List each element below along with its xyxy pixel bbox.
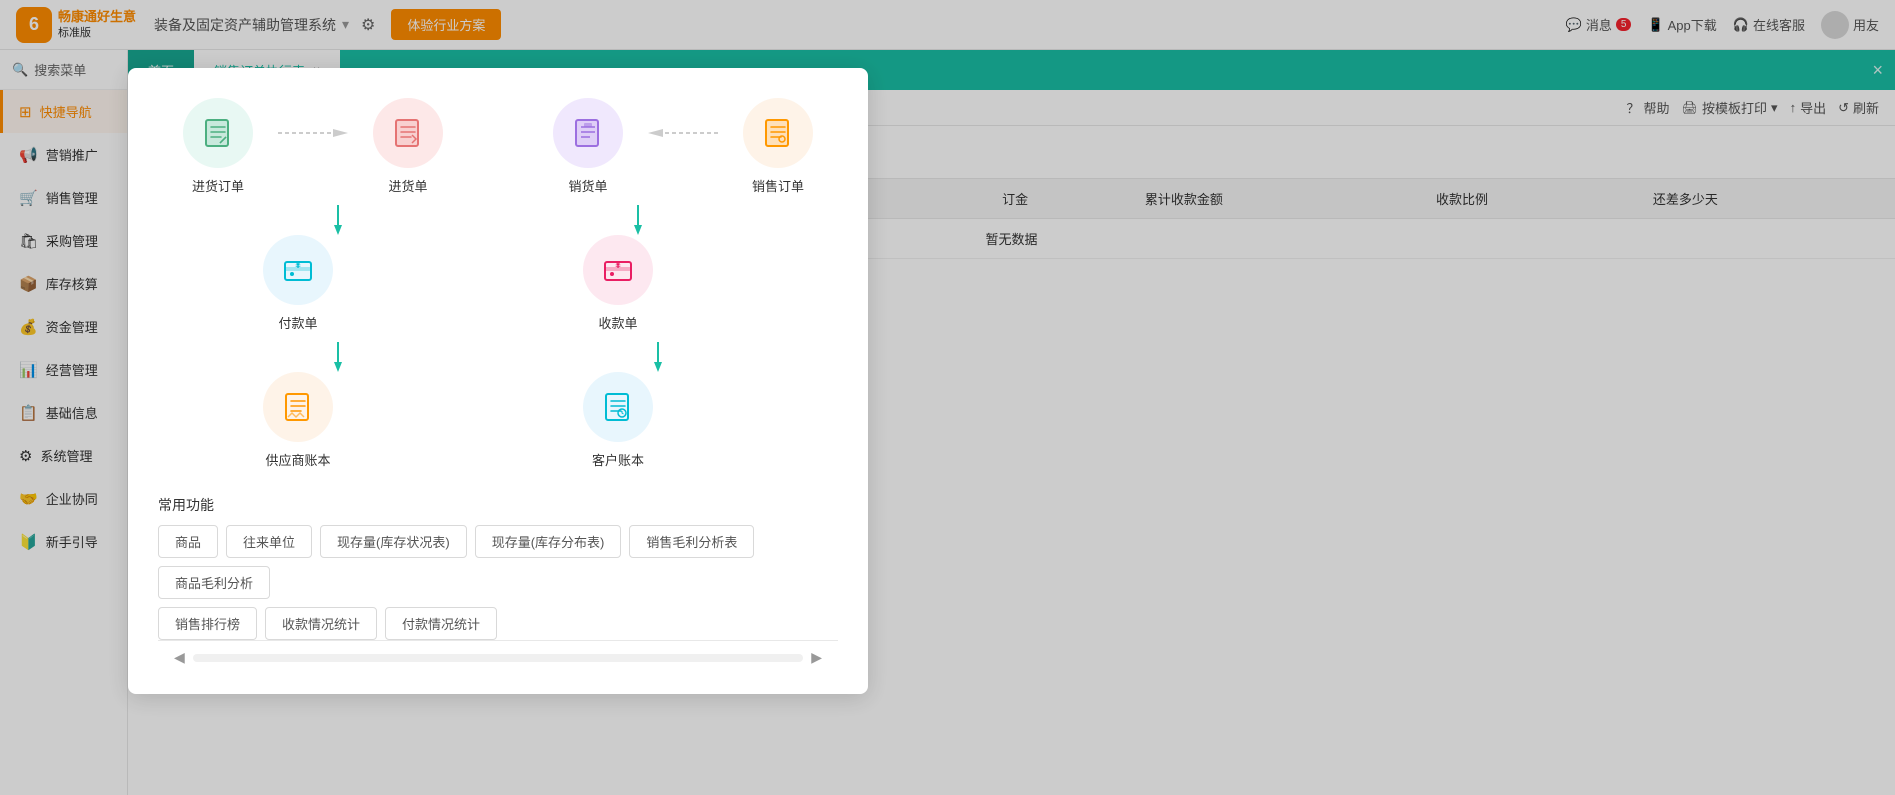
common-btn-product[interactable]: 商品 [158, 525, 218, 558]
flow-arrows-row [158, 205, 838, 235]
modal-box: 进货订单 [128, 68, 868, 694]
purchase-bill-icon [373, 98, 443, 168]
common-btn-receipt-stats[interactable]: 收款情况统计 [265, 607, 377, 640]
flow-row-3: 供应商账本 客户账本 [158, 372, 838, 469]
sales-bill-icon [553, 98, 623, 168]
supplier-account-icon [263, 372, 333, 442]
common-buttons-row-1: 商品 往来单位 现存量(库存状况表) 现存量(库存分布表) 销售毛利分析表 商品… [158, 525, 838, 599]
flow-row-1: 进货订单 [158, 98, 838, 195]
common-btn-contacts[interactable]: 往来单位 [226, 525, 312, 558]
flow-diagram: 进货订单 [158, 98, 838, 479]
common-functions-title: 常用功能 [158, 495, 838, 515]
scroll-track[interactable] [193, 654, 803, 662]
flow-node-sales-order[interactable]: 销售订单 [718, 98, 838, 195]
flow-node-supplier-account[interactable]: 供应商账本 [238, 372, 358, 469]
common-btn-product-gross[interactable]: 商品毛利分析 [158, 566, 270, 599]
flow-node-purchase-order[interactable]: 进货订单 [158, 98, 278, 195]
svg-text:¥: ¥ [615, 260, 621, 271]
arrow-down-customer [598, 342, 718, 372]
receipt-icon: ¥ [583, 235, 653, 305]
arrow-down-supplier [278, 342, 398, 372]
flow-node-receipt[interactable]: ¥ 收款单 [558, 235, 678, 332]
flow-arrows-row2 [158, 342, 838, 372]
modal-overlay[interactable]: 进货订单 [0, 0, 1895, 795]
spacer-2 [398, 205, 458, 235]
flow-node-customer-account[interactable]: 客户账本 [558, 372, 678, 469]
arrow-h-2 [648, 127, 718, 139]
spacer-4 [398, 342, 598, 372]
flow-node-purchase-bill[interactable]: 进货单 [348, 98, 468, 195]
common-buttons-row-2: 销售排行榜 收款情况统计 付款情况统计 [158, 607, 838, 640]
common-btn-sales-gross[interactable]: 销售毛利分析表 [629, 525, 754, 558]
flow-row-2: ¥ 付款单 ¥ 收款单 [158, 235, 838, 332]
purchase-order-icon [183, 98, 253, 168]
flow-node-payment[interactable]: ¥ 付款单 [238, 235, 358, 332]
scroll-right-icon[interactable]: ▶ [811, 649, 822, 666]
customer-account-icon [583, 372, 653, 442]
scroll-area: ◀ ▶ [158, 640, 838, 674]
arrow-down-payment [278, 205, 398, 235]
arrow-h-1 [278, 127, 348, 139]
common-btn-stock-dist[interactable]: 现存量(库存分布表) [475, 525, 622, 558]
sales-order-icon [743, 98, 813, 168]
flow-node-sales-bill[interactable]: 销货单 [528, 98, 648, 195]
common-functions-section: 常用功能 商品 往来单位 现存量(库存状况表) 现存量(库存分布表) 销售毛利分… [158, 495, 838, 640]
arrow-down-receipt [578, 205, 698, 235]
spacer-3 [458, 205, 578, 235]
payment-icon: ¥ [263, 235, 333, 305]
scroll-left-icon[interactable]: ◀ [174, 649, 185, 666]
svg-text:¥: ¥ [295, 260, 301, 271]
common-btn-payment-stats[interactable]: 付款情况统计 [385, 607, 497, 640]
common-btn-sales-rank[interactable]: 销售排行榜 [158, 607, 257, 640]
common-btn-stock-status[interactable]: 现存量(库存状况表) [320, 525, 467, 558]
